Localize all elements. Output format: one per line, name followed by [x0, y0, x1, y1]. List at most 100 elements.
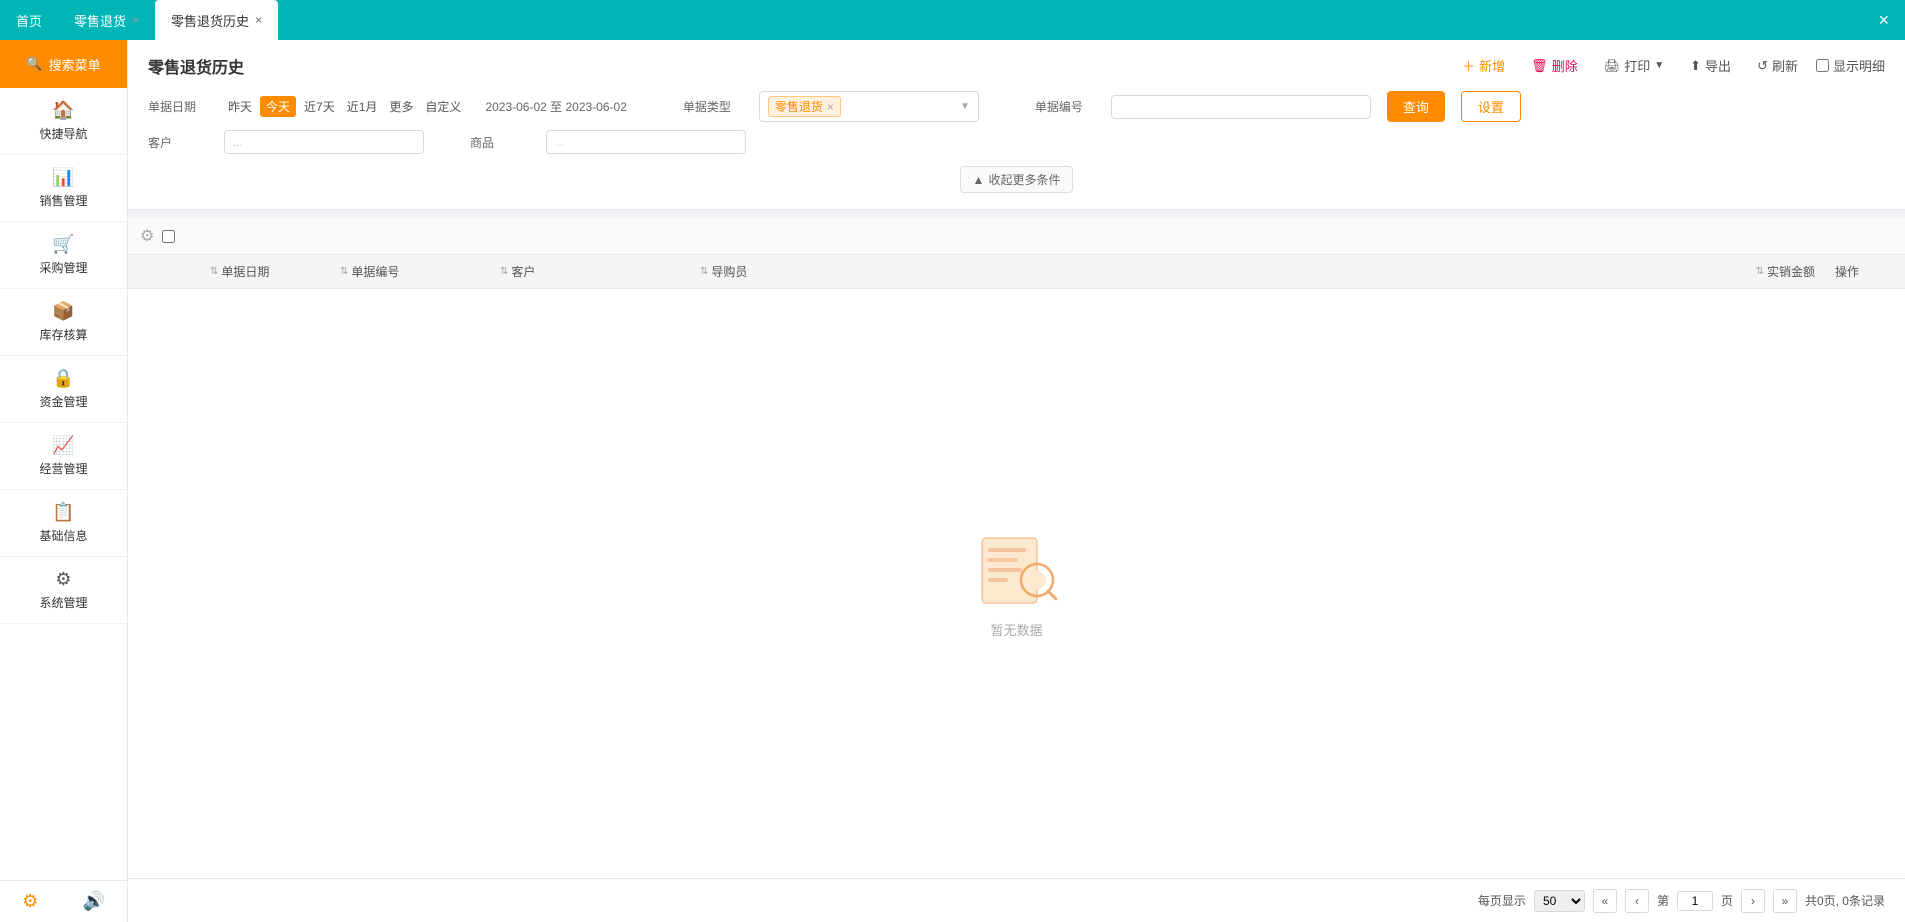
th-checkbox: [164, 255, 200, 288]
select-all-checkbox[interactable]: [162, 230, 175, 243]
tab-retail-return-close[interactable]: ×: [132, 13, 139, 27]
bill-no-input[interactable]: [1111, 95, 1371, 119]
goods-label: 商品: [470, 134, 530, 151]
th-no[interactable]: ⇅ 单据编号: [330, 255, 490, 288]
refresh-button[interactable]: ↺ 刷新: [1749, 52, 1806, 79]
print-label: 打印: [1624, 56, 1650, 75]
page-number-input[interactable]: [1677, 891, 1713, 911]
date-opt-today[interactable]: 今天: [260, 96, 296, 117]
date-opt-week[interactable]: 近7天: [300, 96, 339, 117]
th-amount[interactable]: ⇅ 实销金额: [1705, 255, 1825, 288]
th-customer[interactable]: ⇅ 客户: [490, 255, 690, 288]
th-date[interactable]: ⇅ 单据日期: [200, 255, 330, 288]
setting-button[interactable]: 设置: [1461, 91, 1521, 122]
inventory-icon: 📦: [52, 301, 74, 322]
sidebar-item-operation[interactable]: 📈 经营管理: [0, 423, 127, 490]
bill-no-label: 单据编号: [1035, 98, 1095, 115]
tab-retail-return-label: 零售退货: [74, 11, 126, 30]
tab-retail-return[interactable]: 零售退货 ×: [58, 0, 155, 40]
audio-icon[interactable]: 🔊: [82, 891, 104, 912]
export-button[interactable]: ⬆ 导出: [1682, 52, 1739, 79]
query-button[interactable]: 查询: [1387, 91, 1445, 122]
filter-row-1: 单据日期 昨天 今天 近7天 近1月 更多 自定义 2023-06-02 至 2…: [148, 91, 1885, 122]
content-area: 零售退货历史 ＋ 新增 🗑 删除 🖨 打印 ▼: [128, 40, 1905, 922]
sidebar-item-system[interactable]: ⚙ 系统管理: [0, 557, 127, 624]
next-page-button[interactable]: ›: [1741, 889, 1765, 913]
window-close-button[interactable]: ×: [1878, 10, 1889, 31]
first-page-button[interactable]: «: [1593, 889, 1617, 913]
last-page-button[interactable]: »: [1773, 889, 1797, 913]
sort-amount-icon[interactable]: ⇅: [1756, 266, 1764, 277]
print-button[interactable]: 🖨 打印 ▼: [1596, 52, 1672, 79]
goods-placeholder: ...: [555, 135, 565, 149]
th-guide[interactable]: ⇅ 导购员: [690, 255, 870, 288]
sidebar-search-label: 搜索菜单: [49, 55, 101, 74]
per-page-select[interactable]: 10 20 50 100: [1534, 890, 1585, 912]
sidebar-item-finance[interactable]: 🔒 资金管理: [0, 356, 127, 423]
delete-button[interactable]: 🗑 删除: [1523, 52, 1586, 79]
delete-label: 删除: [1552, 56, 1578, 75]
sidebar-item-basic-info[interactable]: 📋 基础信息: [0, 490, 127, 557]
sort-no-icon[interactable]: ⇅: [340, 266, 348, 277]
finance-icon: 🔒: [52, 368, 74, 389]
sidebar-item-quick-nav[interactable]: 🏠 快捷导航: [0, 88, 127, 155]
delete-icon: 🗑: [1531, 58, 1548, 74]
export-icon: ⬆: [1690, 58, 1701, 74]
operation-icon: 📈: [52, 435, 74, 456]
bill-type-tag: 零售退货 ×: [768, 96, 841, 117]
show-detail-checkbox[interactable]: [1816, 59, 1829, 72]
th-no-label: 单据编号: [351, 263, 399, 280]
sidebar-item-operation-label: 经营管理: [39, 460, 87, 477]
sidebar-item-sales[interactable]: 📊 销售管理: [0, 155, 127, 222]
date-opt-month[interactable]: 近1月: [343, 96, 382, 117]
sort-customer-icon[interactable]: ⇅: [500, 266, 508, 277]
sort-guide-icon[interactable]: ⇅: [700, 266, 708, 277]
customer-select[interactable]: ...: [224, 130, 424, 154]
date-options: 昨天 今天 近7天 近1月 更多 自定义: [224, 96, 465, 117]
th-amount-label: 实销金额: [1767, 263, 1815, 280]
new-button[interactable]: ＋ 新增: [1454, 52, 1513, 79]
show-detail-checkbox-group[interactable]: 显示明细: [1816, 56, 1885, 75]
home-icon: 🏠: [52, 100, 74, 121]
bill-type-select[interactable]: 零售退货 × ▼: [759, 91, 979, 122]
table-toolbar: ⚙: [128, 218, 1905, 255]
tab-retail-return-history-close[interactable]: ×: [255, 13, 262, 27]
sidebar-item-inventory-label: 库存核算: [39, 326, 87, 343]
new-label: 新增: [1479, 56, 1505, 75]
sales-icon: 📊: [52, 167, 74, 188]
table-header: ⇅ 单据日期 ⇅ 单据编号 ⇅ 客户 ⇅ 导购员 ⇅ 实销: [128, 255, 1905, 289]
date-opt-more[interactable]: 更多: [385, 96, 417, 117]
sidebar-search[interactable]: 🔍 搜索菜单: [0, 40, 127, 88]
sidebar-item-sales-label: 销售管理: [39, 192, 87, 209]
sort-date-icon[interactable]: ⇅: [210, 266, 218, 277]
goods-select[interactable]: ...: [546, 130, 746, 154]
show-detail-label: 显示明细: [1833, 56, 1885, 75]
sidebar-item-inventory[interactable]: 📦 库存核算: [0, 289, 127, 356]
prev-page-button[interactable]: ‹: [1625, 889, 1649, 913]
filter-row-2: 客户 ... 商品 ...: [148, 130, 1885, 154]
tab-retail-return-history[interactable]: 零售退货历史 ×: [155, 0, 278, 40]
th-customer-label: 客户: [511, 263, 535, 280]
page-title-row: 零售退货历史 ＋ 新增 🗑 删除 🖨 打印 ▼: [148, 52, 1885, 79]
sidebar-item-purchase-label: 采购管理: [39, 259, 87, 276]
th-settings: [128, 255, 164, 288]
date-opt-yesterday[interactable]: 昨天: [224, 96, 256, 117]
sidebar: 🔍 搜索菜单 🏠 快捷导航 📊 销售管理 🛒 采购管理 📦 库存核算 🔒 资金管…: [0, 40, 128, 922]
collapse-button[interactable]: ▲ 收起更多条件: [960, 166, 1074, 193]
top-bar: + 新增 首页 零售退货 × 零售退货历史 × ×: [0, 0, 1905, 40]
page-title: 零售退货历史: [148, 54, 244, 78]
sidebar-item-system-label: 系统管理: [39, 594, 87, 611]
sidebar-item-purchase[interactable]: 🛒 采购管理: [0, 222, 127, 289]
filter-area: 单据日期 昨天 今天 近7天 近1月 更多 自定义 2023-06-02 至 2…: [148, 91, 1885, 201]
print-icon: 🖨: [1604, 58, 1621, 74]
pagination-bar: 每页显示 10 20 50 100 « ‹ 第 页 › » 共0页, 0条记录: [128, 878, 1905, 922]
page-header: 零售退货历史 ＋ 新增 🗑 删除 🖨 打印 ▼: [128, 40, 1905, 210]
table-settings-icon[interactable]: ⚙: [140, 226, 154, 246]
collapse-arrow-icon: ▲: [973, 173, 985, 187]
date-opt-custom[interactable]: 自定义: [421, 96, 465, 117]
system-icon: ⚙: [55, 569, 71, 590]
tab-home[interactable]: + 新增 首页: [0, 0, 58, 40]
bill-type-tag-label: 零售退货: [775, 98, 823, 115]
gear-icon[interactable]: ⚙: [22, 891, 38, 912]
bill-type-tag-remove[interactable]: ×: [827, 100, 834, 114]
